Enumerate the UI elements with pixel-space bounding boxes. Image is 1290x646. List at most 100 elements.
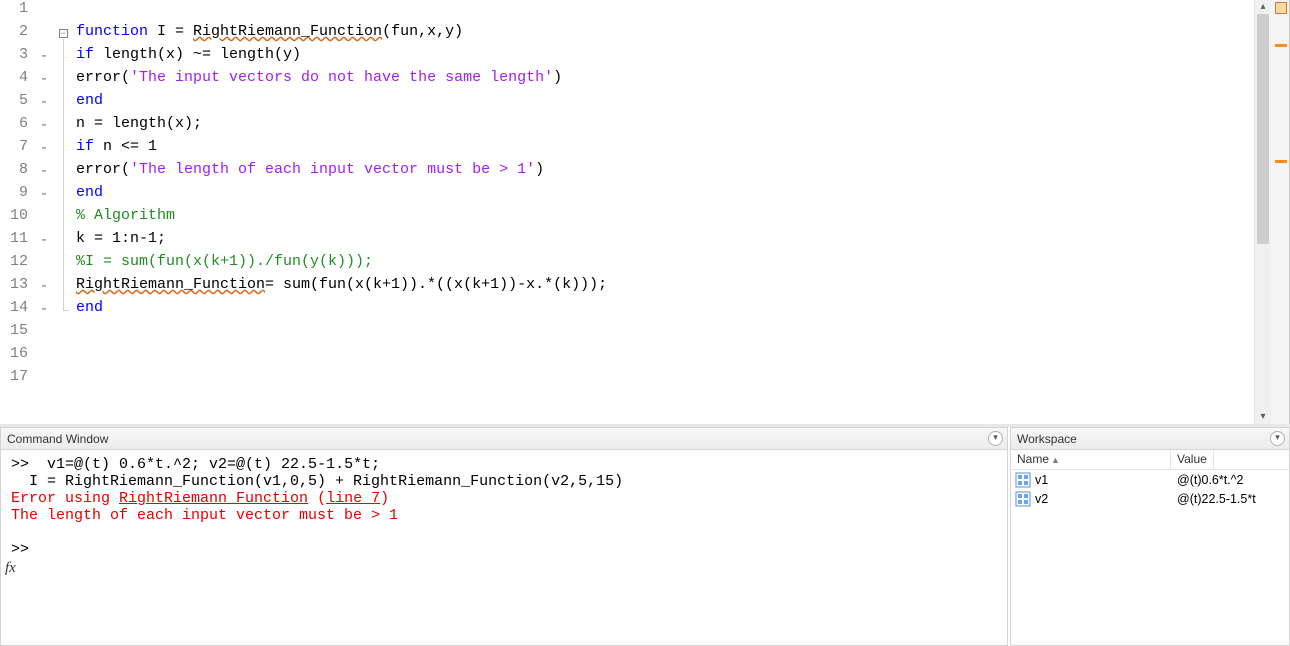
line-number[interactable]: 15 <box>0 322 34 345</box>
code-line[interactable]: 17 <box>0 368 1238 391</box>
line-number[interactable]: 14 <box>0 299 34 322</box>
line-number[interactable]: 17 <box>0 368 34 391</box>
code-line[interactable]: 15 <box>0 322 1238 345</box>
fold-gutter[interactable] <box>54 230 72 253</box>
line-number[interactable]: 7 <box>0 138 34 161</box>
breakpoint-gutter[interactable]: - <box>34 230 54 253</box>
code-text[interactable]: RightRiemann_Function= sum(fun(x(k+1)).*… <box>72 276 1238 299</box>
code-line[interactable]: 14-end <box>0 299 1238 322</box>
breakpoint-gutter[interactable] <box>34 207 54 230</box>
code-text[interactable]: end <box>72 184 1238 207</box>
code-text[interactable] <box>72 0 1238 23</box>
code-line[interactable]: 12 %I = sum(fun(x(k+1))./fun(y(k))); <box>0 253 1238 276</box>
code-text[interactable]: if length(x) ~= length(y) <box>72 46 1238 69</box>
breakpoint-gutter[interactable]: - <box>34 276 54 299</box>
breakpoint-gutter[interactable] <box>34 0 54 23</box>
line-number[interactable]: 16 <box>0 345 34 368</box>
scroll-down-arrow[interactable]: ▾ <box>1255 410 1271 424</box>
code-line[interactable]: 1 <box>0 0 1238 23</box>
code-line[interactable]: 7-if n <= 1 <box>0 138 1238 161</box>
fold-gutter[interactable] <box>54 138 72 161</box>
error-link-function[interactable]: RightRiemann_Function <box>119 490 308 507</box>
fx-icon[interactable]: fx <box>5 560 16 577</box>
fold-gutter[interactable] <box>54 368 72 391</box>
breakpoint-gutter[interactable] <box>34 368 54 391</box>
breakpoint-gutter[interactable]: - <box>34 46 54 69</box>
fold-gutter[interactable] <box>54 276 72 299</box>
line-number[interactable]: 13 <box>0 276 34 299</box>
code-line[interactable]: 10% Algorithm <box>0 207 1238 230</box>
fold-gutter[interactable] <box>54 115 72 138</box>
line-number[interactable]: 12 <box>0 253 34 276</box>
pane-menu-icon[interactable]: ▾ <box>1270 431 1285 446</box>
fold-gutter[interactable] <box>54 207 72 230</box>
breakpoint-gutter[interactable] <box>34 345 54 368</box>
breakpoint-gutter[interactable]: - <box>34 92 54 115</box>
breakpoint-gutter[interactable] <box>34 253 54 276</box>
scroll-up-arrow[interactable]: ▴ <box>1255 0 1271 14</box>
workspace-variable-row[interactable]: v1@(t)0.6*t.^2 <box>1011 470 1289 489</box>
breakpoint-gutter[interactable]: - <box>34 161 54 184</box>
breakpoint-gutter[interactable]: - <box>34 138 54 161</box>
fold-gutter[interactable] <box>54 299 72 322</box>
code-text[interactable]: end <box>72 299 1238 322</box>
fold-gutter[interactable] <box>54 322 72 345</box>
workspace-col-name[interactable]: Name▲ <box>1011 450 1171 469</box>
fold-gutter[interactable] <box>54 69 72 92</box>
code-line[interactable]: 5-end <box>0 92 1238 115</box>
code-text[interactable] <box>72 345 1238 368</box>
code-line[interactable]: 16 <box>0 345 1238 368</box>
breakpoint-gutter[interactable]: - <box>34 184 54 207</box>
code-analyzer-strip[interactable] <box>1271 0 1289 424</box>
fold-gutter[interactable] <box>54 345 72 368</box>
fold-gutter[interactable] <box>54 184 72 207</box>
code-text[interactable]: % Algorithm <box>72 207 1238 230</box>
code-text[interactable] <box>72 368 1238 391</box>
analyzer-warning-mark[interactable] <box>1275 160 1287 163</box>
breakpoint-gutter[interactable] <box>34 23 54 46</box>
code-line[interactable]: 6-n = length(x); <box>0 115 1238 138</box>
scroll-thumb[interactable] <box>1257 14 1269 244</box>
code-text[interactable]: function I = RightRiemann_Function(fun,x… <box>72 23 1238 46</box>
error-link-line[interactable]: line 7 <box>326 490 380 507</box>
pane-menu-icon[interactable]: ▾ <box>988 431 1003 446</box>
editor-vertical-scrollbar[interactable]: ▴ ▾ <box>1254 0 1271 424</box>
code-text[interactable] <box>72 322 1238 345</box>
code-line[interactable]: 2−function I = RightRiemann_Function(fun… <box>0 23 1238 46</box>
breakpoint-gutter[interactable]: - <box>34 299 54 322</box>
code-line[interactable]: 8-error('The length of each input vector… <box>0 161 1238 184</box>
analyzer-status-icon[interactable] <box>1275 2 1287 14</box>
fold-gutter[interactable] <box>54 0 72 23</box>
workspace-variable-row[interactable]: v2@(t)22.5-1.5*t <box>1011 489 1289 508</box>
code-text[interactable]: %I = sum(fun(x(k+1))./fun(y(k))); <box>72 253 1238 276</box>
line-number[interactable]: 4 <box>0 69 34 92</box>
code-line[interactable]: 13-RightRiemann_Function= sum(fun(x(k+1)… <box>0 276 1238 299</box>
fold-gutter[interactable]: − <box>54 23 72 46</box>
code-line[interactable]: 4-error('The input vectors do not have t… <box>0 69 1238 92</box>
fold-gutter[interactable] <box>54 161 72 184</box>
fold-gutter[interactable] <box>54 92 72 115</box>
breakpoint-gutter[interactable]: - <box>34 115 54 138</box>
code-line[interactable]: 9-end <box>0 184 1238 207</box>
breakpoint-gutter[interactable] <box>34 322 54 345</box>
fold-gutter[interactable] <box>54 46 72 69</box>
editor-content[interactable]: 12−function I = RightRiemann_Function(fu… <box>0 0 1238 424</box>
line-number[interactable]: 3 <box>0 46 34 69</box>
line-number[interactable]: 9 <box>0 184 34 207</box>
command-window-body[interactable]: >> v1=@(t) 0.6*t.^2; v2=@(t) 22.5-1.5*t;… <box>1 450 1007 564</box>
line-number[interactable]: 5 <box>0 92 34 115</box>
analyzer-warning-mark[interactable] <box>1275 44 1287 47</box>
code-text[interactable]: k = 1:n-1; <box>72 230 1238 253</box>
code-text[interactable]: end <box>72 92 1238 115</box>
fold-gutter[interactable] <box>54 253 72 276</box>
fold-minus-icon[interactable]: − <box>59 29 68 38</box>
line-number[interactable]: 11 <box>0 230 34 253</box>
breakpoint-gutter[interactable]: - <box>34 69 54 92</box>
line-number[interactable]: 6 <box>0 115 34 138</box>
code-line[interactable]: 11-k = 1:n-1; <box>0 230 1238 253</box>
code-text[interactable]: if n <= 1 <box>72 138 1238 161</box>
code-text[interactable]: n = length(x); <box>72 115 1238 138</box>
code-text[interactable]: error('The input vectors do not have the… <box>72 69 1238 92</box>
line-number[interactable]: 1 <box>0 0 34 23</box>
workspace-col-value[interactable]: Value <box>1171 450 1214 469</box>
